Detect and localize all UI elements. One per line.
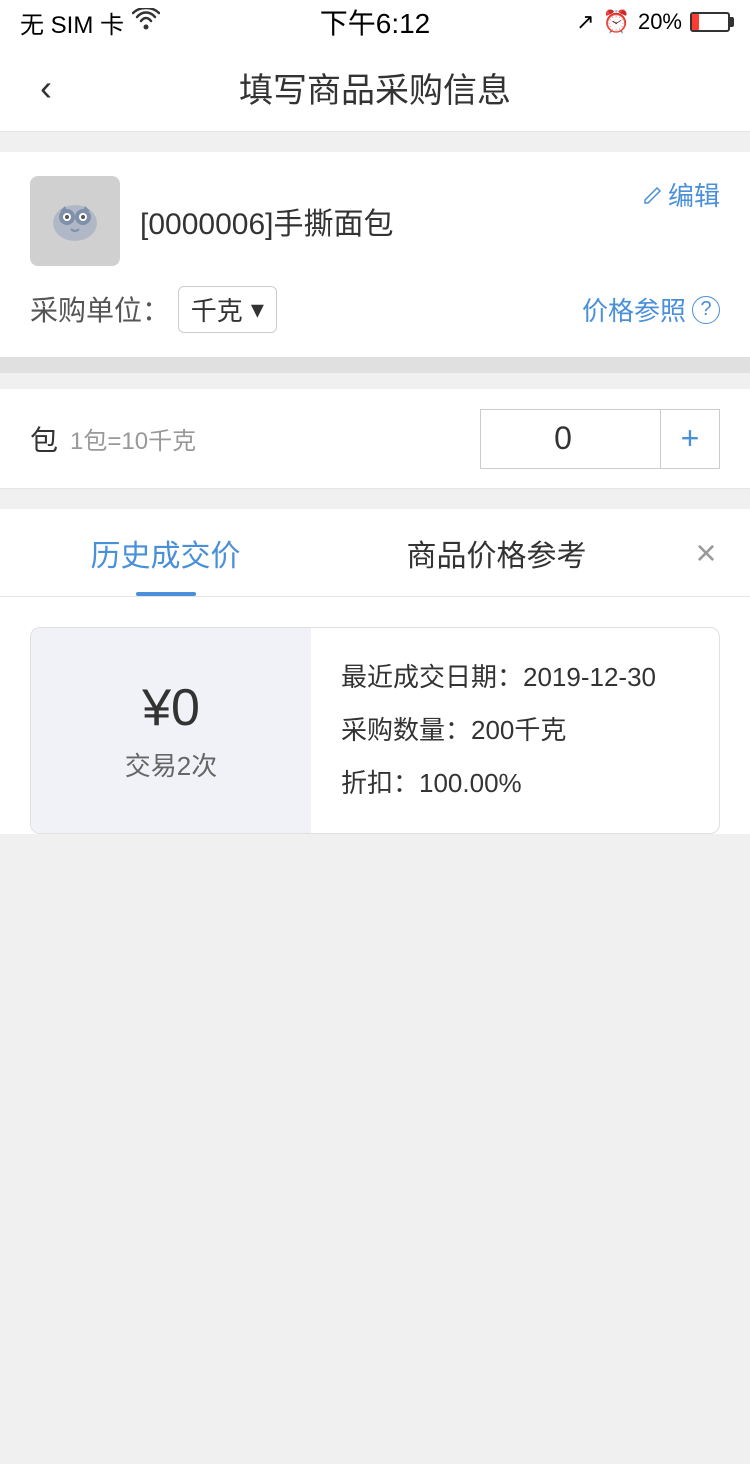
price-summary: ¥0 交易2次 (31, 628, 311, 833)
status-time: 下午6:12 (320, 2, 431, 42)
quantity-detail-value: 200千克 (471, 715, 566, 745)
edit-label: 编辑 (668, 176, 720, 213)
price-reference-button[interactable]: 价格参照 ? (582, 291, 720, 328)
tab-history-price-label: 历史成交价 (91, 531, 241, 575)
bag-conversion: 1包=10千克 (70, 421, 196, 456)
tabs-header: 历史成交价 商品价格参考 × (0, 509, 750, 597)
status-bar: 无 SIM 卡 下午6:12 ↗ ⏰ 20% (0, 0, 750, 44)
price-transactions: 交易2次 (125, 746, 217, 783)
product-unit-row: 采购单位： 千克 ▾ 价格参照 ? (30, 286, 720, 333)
battery-icon (690, 12, 730, 32)
bag-label: 包 (30, 419, 58, 459)
help-icon: ? (692, 296, 720, 324)
quantity-controls: + (480, 409, 720, 469)
page-title: 填写商品采购信息 (239, 63, 511, 112)
unit-label-text: 采购单位： (30, 295, 170, 326)
quantity-label-text: 采购数量： (341, 715, 471, 745)
price-amount: ¥0 (142, 678, 200, 738)
back-button[interactable]: ‹ (30, 57, 62, 119)
product-section: [0000006]手撕面包 编辑 采购单位： 千克 ▾ 价格参照 ? (0, 152, 750, 357)
recent-date-row: 最近成交日期：2019-12-30 (341, 658, 689, 697)
currency-symbol: ¥ (142, 679, 171, 737)
price-card: ¥0 交易2次 最近成交日期：2019-12-30 采购数量：200千克 折扣：… (30, 627, 720, 834)
price-details: 最近成交日期：2019-12-30 采购数量：200千克 折扣：100.00% (311, 628, 719, 833)
price-ref-label: 价格参照 (582, 291, 686, 328)
unit-label-group: 采购单位： 千克 ▾ (30, 286, 277, 333)
product-name: [0000006]手撕面包 (140, 199, 393, 243)
location-icon: ↗ (576, 9, 594, 35)
section-divider (0, 357, 750, 373)
quantity-label: 包 1包=10千克 (30, 419, 196, 459)
alarm-icon: ⏰ (603, 9, 630, 35)
carrier-text: 无 SIM 卡 (20, 5, 124, 40)
edit-button[interactable]: 编辑 (642, 176, 720, 213)
dropdown-icon: ▾ (251, 294, 264, 325)
discount-row: 折扣：100.00% (341, 764, 689, 803)
content-area (0, 864, 750, 1464)
recent-date-value: 2019-12-30 (523, 662, 656, 692)
quantity-input[interactable] (480, 409, 660, 469)
unit-value: 千克 (191, 291, 243, 328)
quantity-section: 包 1包=10千克 + (0, 389, 750, 489)
nav-bar: ‹ 填写商品采购信息 (0, 44, 750, 132)
tabs-section: 历史成交价 商品价格参考 × ¥0 交易2次 最近成交日期：2019-12-30… (0, 509, 750, 834)
discount-value: 100.00% (419, 768, 522, 798)
recent-date-label: 最近成交日期： (341, 662, 523, 692)
tab-history-price[interactable]: 历史成交价 (0, 509, 331, 596)
tab-close-button[interactable]: × (662, 509, 750, 596)
price-value: 0 (171, 679, 200, 737)
wifi-icon (132, 8, 160, 37)
product-image (30, 176, 120, 266)
battery-percentage: 20% (638, 9, 682, 35)
tab-product-price[interactable]: 商品价格参考 (331, 509, 662, 596)
tab-product-price-label: 商品价格参考 (407, 531, 587, 575)
product-left: [0000006]手撕面包 (30, 176, 393, 266)
unit-select[interactable]: 千克 ▾ (178, 286, 277, 333)
quantity-plus-button[interactable]: + (660, 409, 720, 469)
status-left: 无 SIM 卡 (20, 5, 160, 40)
status-right: ↗ ⏰ 20% (576, 9, 730, 35)
discount-label: 折扣： (341, 768, 419, 798)
product-header: [0000006]手撕面包 编辑 (30, 176, 720, 266)
quantity-row: 采购数量：200千克 (341, 711, 689, 750)
